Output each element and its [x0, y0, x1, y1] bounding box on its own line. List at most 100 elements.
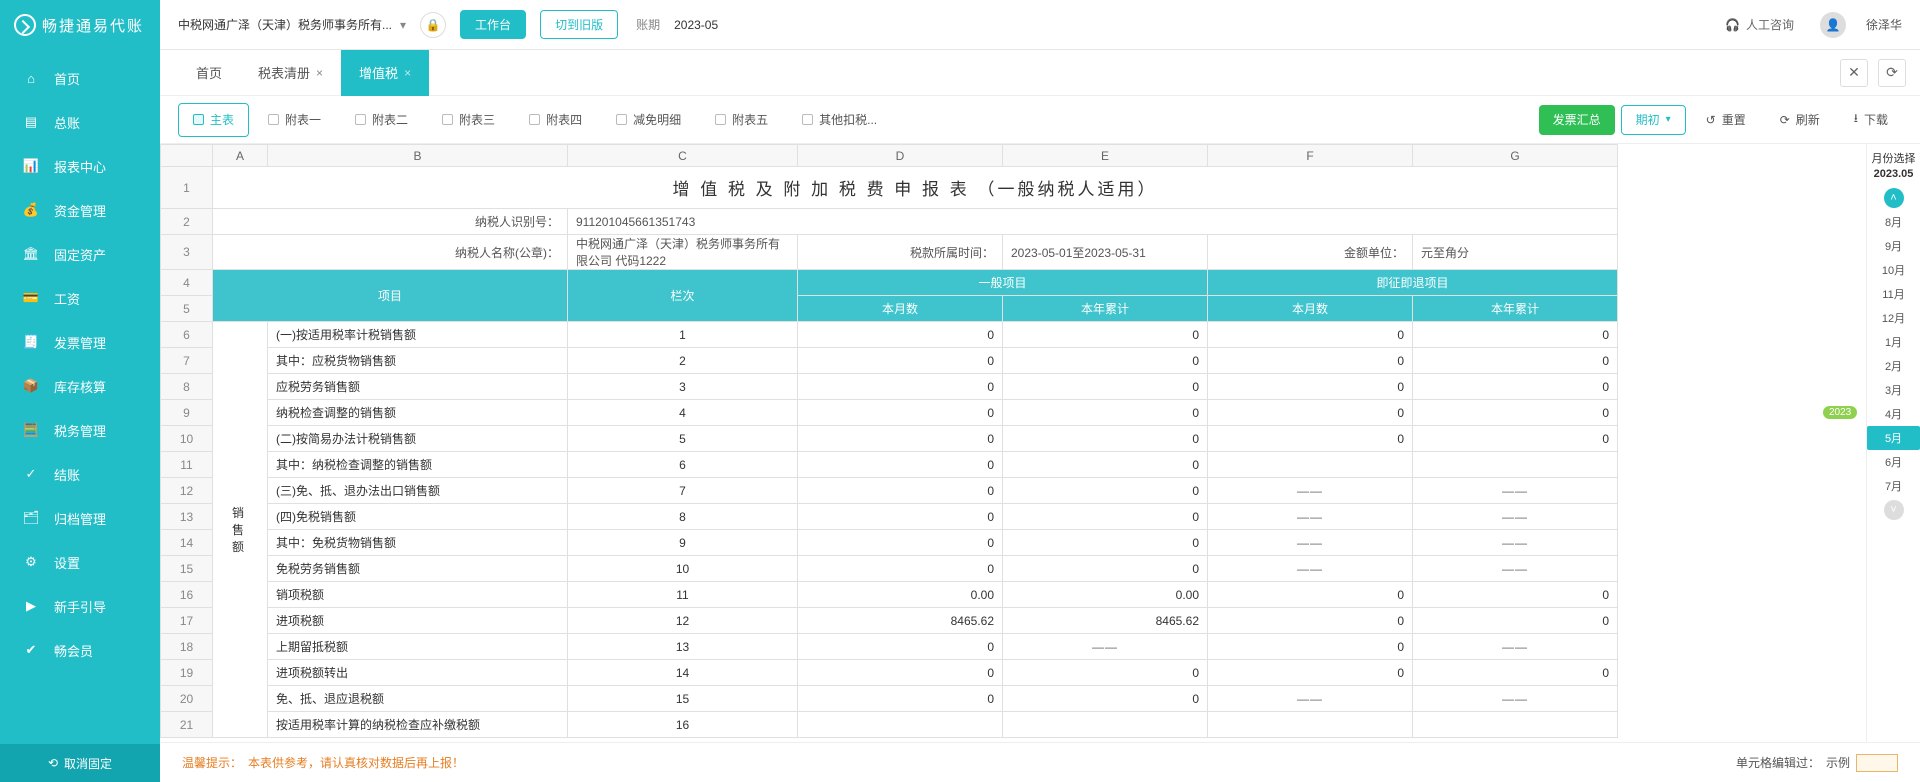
cell-e[interactable]: 0 — [1003, 374, 1208, 400]
cell-g[interactable]: 0 — [1413, 608, 1618, 634]
period-begin-select[interactable]: 期初 ▾ — [1621, 105, 1686, 135]
sidebar-item-10[interactable]: 🗂归档管理 — [0, 496, 160, 540]
customer-service-link[interactable]: 🎧 人工咨询 — [1725, 16, 1794, 33]
cell-f[interactable]: 0 — [1208, 426, 1413, 452]
ws-tab-5[interactable]: 减免明细 — [601, 103, 696, 137]
month-option[interactable]: 12月 — [1867, 306, 1920, 330]
data-row[interactable]: 20 免、抵、退应退税额 15 0 0 —— —— — [161, 686, 1618, 712]
tab-2[interactable]: 增值税× — [341, 50, 429, 96]
month-option[interactable]: 8月 — [1867, 210, 1920, 234]
cell-f[interactable] — [1208, 452, 1413, 478]
month-option[interactable]: 5月 — [1867, 426, 1920, 450]
cell-e[interactable]: 0 — [1003, 556, 1208, 582]
cell-e[interactable]: 8465.62 — [1003, 608, 1208, 634]
month-option[interactable]: 9月 — [1867, 234, 1920, 258]
month-option[interactable]: 11月 — [1867, 282, 1920, 306]
cell-g[interactable]: 0 — [1413, 660, 1618, 686]
cell-f[interactable]: —— — [1208, 556, 1413, 582]
cell-g[interactable]: 0 — [1413, 400, 1618, 426]
data-row[interactable]: 18 上期留抵税额 13 0 —— 0 —— — [161, 634, 1618, 660]
unpin-button[interactable]: ⟲ 取消固定 — [0, 744, 160, 782]
cell-e[interactable]: 0 — [1003, 530, 1208, 556]
invoice-sum-button[interactable]: 发票汇总 — [1539, 105, 1615, 135]
cell-d[interactable]: 0 — [798, 660, 1003, 686]
cell-g[interactable]: —— — [1413, 478, 1618, 504]
sidebar-item-6[interactable]: 🧾发票管理 — [0, 320, 160, 364]
close-icon[interactable]: × — [316, 66, 323, 80]
month-option[interactable]: 3月 — [1867, 378, 1920, 402]
month-option[interactable]: 2月 — [1867, 354, 1920, 378]
cell-f[interactable]: —— — [1208, 478, 1413, 504]
data-row[interactable]: 16 销项税额 11 0.00 0.00 0 0 — [161, 582, 1618, 608]
cell-g[interactable] — [1413, 712, 1618, 738]
cell-e[interactable]: 0 — [1003, 426, 1208, 452]
cell-f[interactable]: —— — [1208, 504, 1413, 530]
ws-tab-0[interactable]: 主表 — [178, 103, 249, 137]
cell-d[interactable]: 0 — [798, 348, 1003, 374]
sidebar-item-7[interactable]: 📦库存核算 — [0, 364, 160, 408]
cell-f[interactable]: 0 — [1208, 582, 1413, 608]
cell-e[interactable]: —— — [1003, 634, 1208, 660]
cell-d[interactable]: 8465.62 — [798, 608, 1003, 634]
ws-tab-6[interactable]: 附表五 — [700, 103, 783, 137]
cell-e[interactable]: 0 — [1003, 478, 1208, 504]
cell-g[interactable]: 0 — [1413, 374, 1618, 400]
cell-e[interactable]: 0.00 — [1003, 582, 1208, 608]
month-option[interactable]: 6月 — [1867, 450, 1920, 474]
sidebar-item-8[interactable]: 🧮税务管理 — [0, 408, 160, 452]
cell-f[interactable]: 0 — [1208, 400, 1413, 426]
refresh-button[interactable]: ⟳ 刷新 — [1766, 105, 1834, 135]
cell-g[interactable]: —— — [1413, 686, 1618, 712]
cell-f[interactable]: —— — [1208, 530, 1413, 556]
cell-e[interactable]: 0 — [1003, 504, 1208, 530]
data-row[interactable]: 15 免税劳务销售额 10 0 0 —— —— — [161, 556, 1618, 582]
report-grid[interactable]: ABCDEFG 1增 值 税 及 附 加 税 费 申 报 表 （一般纳税人适用）… — [160, 144, 1618, 738]
sidebar-item-9[interactable]: ✓结账 — [0, 452, 160, 496]
data-row[interactable]: 17 进项税额 12 8465.62 8465.62 0 0 — [161, 608, 1618, 634]
data-row[interactable]: 11 其中：纳税检查调整的销售额 6 0 0 — [161, 452, 1618, 478]
sidebar-item-2[interactable]: 📊报表中心 — [0, 144, 160, 188]
data-row[interactable]: 8 应税劳务销售额 3 0 0 0 0 — [161, 374, 1618, 400]
cell-f[interactable]: 0 — [1208, 608, 1413, 634]
month-prev-button[interactable]: ˄ — [1884, 188, 1904, 208]
lock-button[interactable]: 🔒 — [420, 12, 446, 38]
cell-d[interactable]: 0 — [798, 530, 1003, 556]
cell-d[interactable]: 0 — [798, 322, 1003, 348]
cell-d[interactable]: 0.00 — [798, 582, 1003, 608]
tab-1[interactable]: 税表清册× — [240, 50, 341, 96]
close-icon[interactable]: × — [404, 66, 411, 80]
cell-d[interactable]: 0 — [798, 634, 1003, 660]
cell-f[interactable]: 0 — [1208, 660, 1413, 686]
cell-e[interactable]: 0 — [1003, 660, 1208, 686]
cell-f[interactable] — [1208, 712, 1413, 738]
month-next-button[interactable]: ˅ — [1884, 500, 1904, 520]
cell-f[interactable]: 0 — [1208, 634, 1413, 660]
cell-e[interactable] — [1003, 712, 1208, 738]
data-row[interactable]: 7 其中：应税货物销售额 2 0 0 0 0 — [161, 348, 1618, 374]
cell-g[interactable]: 0 — [1413, 582, 1618, 608]
switch-old-button[interactable]: 切到旧版 — [540, 10, 618, 39]
cell-d[interactable]: 0 — [798, 452, 1003, 478]
cell-g[interactable] — [1413, 452, 1618, 478]
sidebar-item-5[interactable]: 💳工资 — [0, 276, 160, 320]
cell-e[interactable]: 0 — [1003, 348, 1208, 374]
period-value[interactable]: 2023-05 — [674, 18, 718, 32]
data-row[interactable]: 21 按适用税率计算的纳税检查应补缴税额 16 — [161, 712, 1618, 738]
tab-refresh-button[interactable]: ⟳ — [1878, 59, 1906, 87]
cell-d[interactable]: 0 — [798, 478, 1003, 504]
cell-e[interactable]: 0 — [1003, 452, 1208, 478]
month-option[interactable]: 1月 — [1867, 330, 1920, 354]
month-option[interactable]: 4月 — [1867, 402, 1920, 426]
cell-f[interactable]: 0 — [1208, 374, 1413, 400]
sidebar-item-1[interactable]: ▤总账 — [0, 100, 160, 144]
ws-tab-4[interactable]: 附表四 — [514, 103, 597, 137]
data-row[interactable]: 19 进项税额转出 14 0 0 0 0 — [161, 660, 1618, 686]
cell-d[interactable]: 0 — [798, 426, 1003, 452]
cell-d[interactable]: 0 — [798, 374, 1003, 400]
download-button[interactable]: ⭳ 下载 — [1840, 105, 1902, 135]
cell-g[interactable]: —— — [1413, 504, 1618, 530]
ws-tab-2[interactable]: 附表二 — [340, 103, 423, 137]
workbench-button[interactable]: 工作台 — [460, 10, 526, 39]
cell-f[interactable]: 0 — [1208, 348, 1413, 374]
cell-f[interactable]: 0 — [1208, 322, 1413, 348]
